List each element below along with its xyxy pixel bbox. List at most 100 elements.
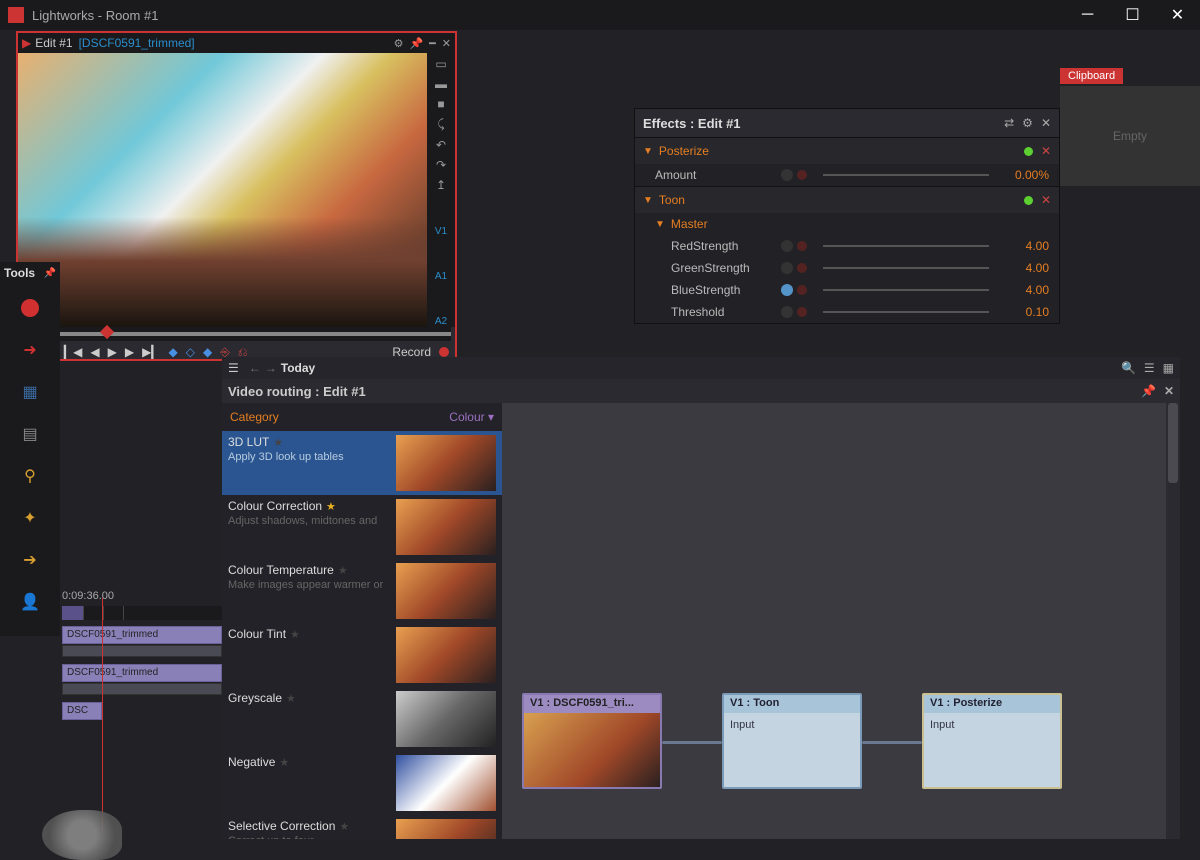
posterize-header[interactable]: ▼ Posterize ✕ xyxy=(635,138,1059,164)
star-icon[interactable]: ★ xyxy=(326,500,336,513)
fx-item-colour-tint[interactable]: Colour Tint★ xyxy=(222,623,502,687)
up-icon[interactable]: ↥ xyxy=(436,178,446,192)
star-icon[interactable]: ★ xyxy=(286,692,296,705)
tool-users[interactable]: 👤 xyxy=(14,588,46,616)
pin-icon[interactable]: 📌 xyxy=(44,268,56,279)
star-icon[interactable]: ★ xyxy=(290,628,300,641)
gear-icon[interactable]: ⚙ xyxy=(394,37,404,50)
tool-search[interactable]: ⚲ xyxy=(14,462,46,490)
enable-led[interactable] xyxy=(1024,196,1033,205)
timeline-clip[interactable]: DSC xyxy=(62,702,102,720)
fx-item-selective-correction[interactable]: Selective Correction★ Correct up to four xyxy=(222,815,502,839)
mark-in-icon[interactable]: ⤹ xyxy=(437,117,444,132)
green-slider[interactable] xyxy=(823,267,989,269)
today-label[interactable]: Today xyxy=(281,361,315,375)
go-start-button[interactable]: ▎◀ xyxy=(64,345,82,359)
play-button[interactable]: ▶ xyxy=(108,345,117,359)
anim-icon[interactable] xyxy=(797,285,807,295)
node-source[interactable]: V1 : DSCF0591_tri... xyxy=(522,693,662,789)
star-icon[interactable]: ★ xyxy=(339,820,349,833)
timeline-clip[interactable]: DSCF0591_trimmed xyxy=(62,664,222,682)
tool-export[interactable]: ➔ xyxy=(14,546,46,574)
pin-icon[interactable]: 📌 xyxy=(1141,384,1156,398)
track-a2-label[interactable]: A2 xyxy=(435,316,447,327)
playhead-marker[interactable] xyxy=(100,325,114,339)
close-icon[interactable]: ✕ xyxy=(1041,116,1051,130)
pin-icon[interactable]: 📌 xyxy=(409,37,423,50)
anim-icon[interactable] xyxy=(797,170,807,180)
timeline-track[interactable]: DSCF0591_trimmed xyxy=(62,664,222,696)
keyframe-icon[interactable] xyxy=(781,262,793,274)
toon-header[interactable]: ▼ Toon ✕ xyxy=(635,187,1059,213)
step-fwd-button[interactable]: ▶ xyxy=(125,345,134,359)
fx-settings-icon[interactable]: ⇄ xyxy=(1004,116,1014,130)
tool-bins[interactable]: ▤ xyxy=(14,420,46,448)
tool-edit[interactable]: ▦ xyxy=(14,378,46,406)
track-a1-label[interactable]: A1 xyxy=(435,271,447,282)
threshold-slider[interactable] xyxy=(823,311,989,313)
grid-icon[interactable]: ▦ xyxy=(1163,361,1174,375)
timeline-track[interactable]: DSCF0591_trimmed xyxy=(62,626,222,658)
scrubber[interactable] xyxy=(22,327,451,341)
anim-icon[interactable] xyxy=(797,263,807,273)
redo-icon[interactable]: ↷ xyxy=(436,158,446,172)
shark-icon[interactable] xyxy=(42,810,122,860)
close-icon[interactable]: ✕ xyxy=(1164,384,1174,398)
node-toon[interactable]: V1 : Toon Input xyxy=(722,693,862,789)
tool-effects[interactable]: ✦ xyxy=(14,504,46,532)
undo-icon[interactable]: ↶ xyxy=(436,138,446,152)
close-icon[interactable]: ✕ xyxy=(442,37,451,50)
track-v1-label[interactable]: V1 xyxy=(435,226,447,237)
anim-icon[interactable] xyxy=(797,307,807,317)
node-posterize[interactable]: V1 : Posterize Input xyxy=(922,693,1062,789)
fx-item-negative[interactable]: Negative★ xyxy=(222,751,502,815)
mark-clear-button[interactable]: ◇ xyxy=(186,345,195,359)
search-icon[interactable]: 🔍 xyxy=(1121,361,1136,375)
tool-import[interactable]: ➜ xyxy=(14,336,46,364)
clipboard-tab[interactable]: Clipboard xyxy=(1060,68,1123,84)
folder-icon[interactable]: ▭ xyxy=(435,57,446,71)
star-icon[interactable]: ★ xyxy=(273,436,283,449)
node-canvas[interactable]: V1 : DSCF0591_tri... V1 : Toon Input V1 … xyxy=(502,403,1180,839)
keyframe-icon[interactable] xyxy=(781,169,793,181)
menu-icon[interactable]: ☰ xyxy=(228,361,239,375)
keyframe-icon[interactable] xyxy=(781,240,793,252)
back-icon[interactable]: ← xyxy=(249,361,261,375)
fx-item-colour-correction[interactable]: Colour Correction★ Adjust shadows, midto… xyxy=(222,495,502,559)
timeline-clip[interactable]: DSCF0591_trimmed xyxy=(62,626,222,644)
blue-slider[interactable] xyxy=(823,289,989,291)
record-button[interactable] xyxy=(439,347,449,357)
keyframe-icon[interactable] xyxy=(781,284,793,296)
enable-led[interactable] xyxy=(1024,147,1033,156)
list-icon[interactable]: ☰ xyxy=(1144,361,1155,375)
gear-icon[interactable]: ⚙ xyxy=(1022,116,1033,130)
mark-out-button[interactable]: ◆ xyxy=(203,345,212,359)
fx-item-3dlut[interactable]: 3D LUT★ Apply 3D look up tables xyxy=(222,431,502,495)
go-end-button[interactable]: ▶▎ xyxy=(142,345,160,359)
box-icon[interactable]: ■ xyxy=(437,97,444,111)
step-back-button[interactable]: ◀ xyxy=(90,345,99,359)
category-dropdown[interactable]: Colour ▾ xyxy=(449,410,494,424)
scrollbar[interactable] xyxy=(1166,403,1180,839)
delete-icon[interactable]: ✕ xyxy=(1041,193,1051,207)
timeline-ruler[interactable] xyxy=(62,606,222,620)
close-button[interactable]: ✕ xyxy=(1155,0,1200,30)
fx-item-greyscale[interactable]: Greyscale★ xyxy=(222,687,502,751)
strip-icon[interactable]: ▬ xyxy=(435,77,447,91)
maximize-button[interactable]: ☐ xyxy=(1110,0,1155,30)
fx-item-colour-temperature[interactable]: Colour Temperature★ Make images appear w… xyxy=(222,559,502,623)
keyframe-icon[interactable] xyxy=(781,306,793,318)
preview-viewer[interactable] xyxy=(18,53,427,327)
red-slider[interactable] xyxy=(823,245,989,247)
mark-in-button[interactable]: ◆ xyxy=(169,345,178,359)
timeline-track[interactable]: DSC xyxy=(62,702,222,734)
anim-icon[interactable] xyxy=(797,241,807,251)
minimize-button[interactable]: ─ xyxy=(1065,0,1110,30)
star-icon[interactable]: ★ xyxy=(279,756,289,769)
forward-icon[interactable]: → xyxy=(265,361,277,375)
star-icon[interactable]: ★ xyxy=(338,564,348,577)
amount-slider[interactable] xyxy=(823,174,989,176)
delete-icon[interactable]: ✕ xyxy=(1041,144,1051,158)
minimize-icon[interactable]: ━ xyxy=(429,37,436,50)
tool-record[interactable] xyxy=(14,294,46,322)
